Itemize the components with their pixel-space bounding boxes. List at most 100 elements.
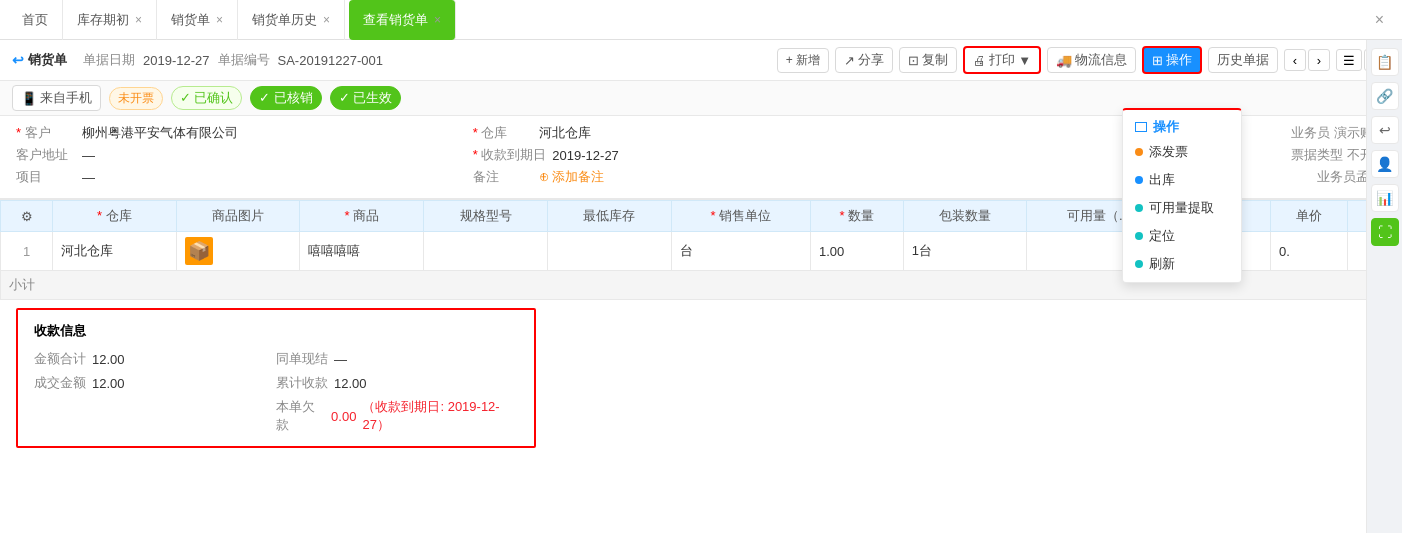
same-order-label: 同单现结 — [276, 350, 328, 368]
tab-sales-label: 销货单 — [171, 11, 210, 29]
history-button[interactable]: 历史单据 — [1208, 47, 1278, 73]
cumulative-row: 累计收款 12.00 — [276, 374, 518, 392]
locate-item[interactable]: 定位 — [1123, 222, 1241, 250]
sidebar-icon-6[interactable]: ⛶ — [1371, 218, 1399, 246]
tab-bar: 首页 库存期初 × 销货单 × 销货单历史 × 查看销货单 × × — [0, 0, 1402, 40]
from-phone-btn[interactable]: 📱 来自手机 — [12, 85, 101, 111]
phone-icon: 📱 — [21, 91, 37, 106]
col-gear: ⚙ — [1, 201, 53, 232]
customer-label: 客户 — [16, 124, 76, 142]
col-img: 商品图片 — [176, 201, 300, 232]
arrears-value: 0.00 — [331, 409, 356, 424]
deal-amount-value: 12.00 — [92, 376, 125, 391]
tab-view-sales-label: 查看销货单 — [363, 11, 428, 29]
date-label: 单据日期 — [83, 51, 135, 69]
sidebar-icon-5[interactable]: 📊 — [1371, 184, 1399, 212]
payment-title: 收款信息 — [34, 322, 518, 340]
doc-actions: + 新增 ↗ 分享 ⊡ 复制 🖨 打印 ▼ 🚚 物流信息 ⊞ 操作 — [777, 46, 1390, 74]
sidebar-icon-2[interactable]: 🔗 — [1371, 82, 1399, 110]
payment-date-field: 收款到期日 2019-12-27 — [473, 146, 930, 164]
warehouse-value: 河北仓库 — [539, 124, 591, 142]
add-remark-btn[interactable]: ⊕ 添加备注 — [539, 168, 605, 186]
col-min-stock: 最低库存 — [547, 201, 671, 232]
tab-sales-close[interactable]: × — [216, 13, 223, 27]
logistics-button[interactable]: 🚚 物流信息 — [1047, 47, 1136, 73]
row-min-stock — [547, 232, 671, 271]
out-warehouse-item[interactable]: 出库 — [1123, 166, 1241, 194]
arrears-row: 本单欠款 0.00 （收款到期日: 2019-12-27） — [276, 398, 518, 434]
doc-header: ↩ 销货单 单据日期 2019-12-27 单据编号 SA-20191227-0… — [0, 40, 1402, 81]
from-phone-label: 来自手机 — [40, 89, 92, 107]
confirm-icon: ✓ — [180, 90, 191, 105]
sidebar-icon-1[interactable]: 📋 — [1371, 48, 1399, 76]
print-label: 打印 — [989, 51, 1015, 69]
reviewed-label: 已核销 — [274, 90, 313, 105]
tab-inventory[interactable]: 库存期初 × — [63, 0, 157, 40]
tab-home[interactable]: 首页 — [8, 0, 63, 40]
tab-inventory-close[interactable]: × — [135, 13, 142, 27]
sidebar-icon-3[interactable]: ↩ — [1371, 116, 1399, 144]
add-icon: ⊕ — [539, 169, 549, 184]
number-label: 单据编号 — [218, 51, 270, 69]
col-pkg-qty: 包装数量 — [903, 201, 1027, 232]
effective-badge[interactable]: ✓ 已生效 — [330, 86, 401, 110]
new-button[interactable]: + 新增 — [777, 48, 829, 73]
nav-arrows: ‹ › — [1284, 49, 1330, 71]
share-button[interactable]: ↗ 分享 — [835, 47, 893, 73]
col-warehouse: 仓库 — [53, 201, 177, 232]
locate-label: 定位 — [1149, 227, 1175, 245]
tab-sales[interactable]: 销货单 × — [157, 0, 238, 40]
tab-sales-history-close[interactable]: × — [323, 13, 330, 27]
add-invoice-dot — [1135, 148, 1143, 156]
payment-section: 收款信息 金额合计 12.00 同单现结 — 成交金额 12.00 累计收款 1… — [16, 308, 536, 448]
add-invoice-item[interactable]: 添发票 — [1123, 138, 1241, 166]
available-qty-item[interactable]: 可用量提取 — [1123, 194, 1241, 222]
payment-rows: 金额合计 12.00 同单现结 — 成交金额 12.00 累计收款 12.00 … — [34, 350, 518, 434]
same-order-row: 同单现结 — — [276, 350, 518, 368]
confirm-badge[interactable]: ✓ 已确认 — [171, 86, 242, 110]
address-value: — — [82, 148, 95, 163]
remark-label: 备注 — [473, 168, 533, 186]
global-close-icon[interactable]: × — [1365, 11, 1394, 29]
deal-amount-label: 成交金额 — [34, 374, 86, 392]
warehouse-field: 仓库 河北仓库 — [473, 124, 930, 142]
history-label: 历史单据 — [1217, 51, 1269, 69]
list-view-btn[interactable]: ☰ — [1336, 49, 1362, 71]
print-button[interactable]: 🖨 打印 ▼ — [963, 46, 1041, 74]
tab-view-sales[interactable]: 查看销货单 × — [349, 0, 456, 40]
out-warehouse-dot — [1135, 176, 1143, 184]
logistics-label: 物流信息 — [1075, 51, 1127, 69]
refresh-label: 刷新 — [1149, 255, 1175, 273]
refresh-dot — [1135, 260, 1143, 268]
right-sidebar: 📋 🔗 ↩ 👤 📊 ⛶ — [1366, 40, 1402, 533]
col-unit: 销售单位 — [671, 201, 810, 232]
tab-inventory-label: 库存期初 — [77, 11, 129, 29]
refresh-item[interactable]: 刷新 — [1123, 250, 1241, 278]
date-value: 2019-12-27 — [143, 53, 210, 68]
operate-icon: ⊞ — [1152, 53, 1163, 68]
operate-button[interactable]: ⊞ 操作 — [1142, 46, 1202, 74]
doc-icon: ↩ — [12, 52, 24, 68]
col-price: 单价 — [1270, 201, 1347, 232]
col-product: 商品 — [300, 201, 424, 232]
sidebar-icon-4[interactable]: 👤 — [1371, 150, 1399, 178]
col-spec: 规格型号 — [424, 201, 548, 232]
print-icon: 🖨 — [973, 53, 986, 68]
copy-icon: ⊡ — [908, 53, 919, 68]
same-order-value: — — [334, 352, 347, 367]
menu-icon-rect — [1135, 122, 1147, 132]
customer-field: 客户 柳州粤港平安气体有限公司 — [16, 124, 473, 142]
prev-arrow[interactable]: ‹ — [1284, 49, 1306, 71]
next-arrow[interactable]: › — [1308, 49, 1330, 71]
tab-sales-history[interactable]: 销货单历史 × — [238, 0, 345, 40]
not-open-badge[interactable]: 未开票 — [109, 87, 163, 110]
doc-title-area: ↩ 销货单 — [12, 51, 67, 69]
tab-view-sales-close[interactable]: × — [434, 13, 441, 27]
row-warehouse: 河北仓库 — [53, 232, 177, 271]
row-unit: 台 — [671, 232, 810, 271]
row-img: 📦 — [176, 232, 300, 271]
tab-sales-history-label: 销货单历史 — [252, 11, 317, 29]
reviewed-badge[interactable]: ✓ 已核销 — [250, 86, 321, 110]
doc-meta: 单据日期 2019-12-27 单据编号 SA-20191227-001 — [83, 51, 383, 69]
copy-button[interactable]: ⊡ 复制 — [899, 47, 957, 73]
